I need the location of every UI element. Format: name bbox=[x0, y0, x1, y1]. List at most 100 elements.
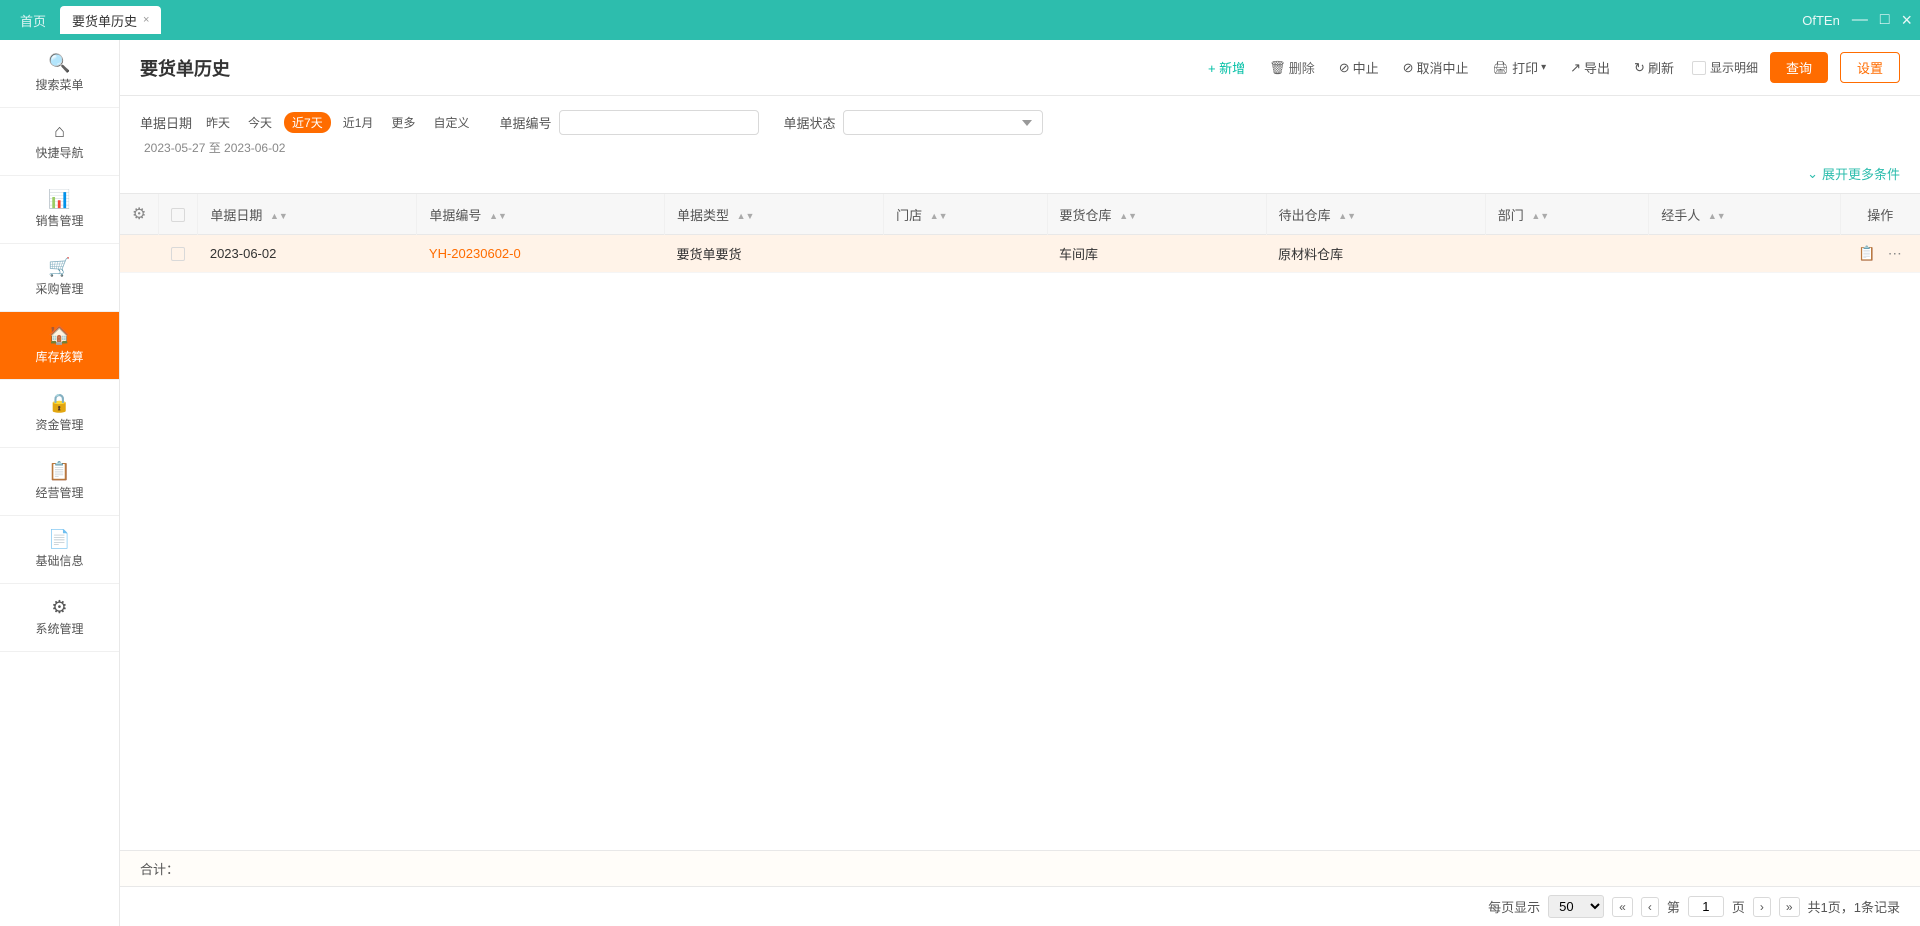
sales-mgmt-icon: 📊 bbox=[48, 190, 70, 208]
sidebar-item-quick-nav[interactable]: ⌂ 快捷导航 bbox=[0, 108, 119, 176]
doc-no-input[interactable] bbox=[559, 110, 759, 135]
page-suffix: 页 bbox=[1732, 897, 1745, 916]
prev-page-button[interactable]: ‹ bbox=[1641, 897, 1659, 917]
refresh-icon: ↻ bbox=[1634, 60, 1645, 76]
sidebar-item-sales-mgmt[interactable]: 📊 销售管理 bbox=[0, 176, 119, 244]
sidebar-item-ops-mgmt-label: 经营管理 bbox=[35, 484, 83, 501]
select-all-checkbox[interactable] bbox=[171, 208, 185, 222]
current-page-input[interactable] bbox=[1688, 896, 1724, 917]
refresh-button[interactable]: ↻ 刷新 bbox=[1628, 54, 1680, 81]
page-title: 要货单历史 bbox=[140, 55, 230, 81]
column-settings-icon[interactable]: ⚙ bbox=[132, 206, 146, 223]
expand-more-btn[interactable]: ⌄ 展开更多条件 bbox=[1807, 164, 1900, 183]
col-doc-no-label: 单据编号 bbox=[429, 208, 481, 223]
row-doc-no-link[interactable]: YH-20230602-0 bbox=[429, 246, 521, 261]
minimize-button[interactable]: — bbox=[1852, 11, 1868, 29]
sidebar-item-sys-mgmt[interactable]: ⚙ 系统管理 bbox=[0, 584, 119, 652]
sort-doc-no-icon[interactable]: ▲▼ bbox=[489, 211, 507, 221]
print-button[interactable]: 🖨 打印 ▾ bbox=[1487, 54, 1553, 81]
page-prefix: 第 bbox=[1667, 897, 1680, 916]
tab-home[interactable]: 首页 bbox=[8, 6, 58, 34]
row-more-button[interactable]: ⋯ bbox=[1886, 243, 1904, 264]
show-detail-check-icon[interactable] bbox=[1692, 61, 1706, 75]
sidebar-item-sales-mgmt-label: 销售管理 bbox=[35, 212, 83, 229]
row-edit-button[interactable]: 📋 bbox=[1856, 243, 1877, 264]
content-area: 要货单历史 + 新增 🗑 删除 ⊘ 中止 ⊘ 取消中止 🖨 打印 bbox=[120, 40, 1920, 926]
recent7-btn[interactable]: 近7天 bbox=[284, 112, 331, 133]
tab-home-label: 首页 bbox=[20, 11, 46, 30]
sidebar-item-purchase-mgmt[interactable]: 🛒 采购管理 bbox=[0, 244, 119, 312]
row-req-warehouse: 车间库 bbox=[1047, 235, 1266, 273]
stop-button[interactable]: ⊘ 中止 bbox=[1333, 54, 1385, 81]
purchase-mgmt-icon: 🛒 bbox=[48, 258, 70, 276]
first-page-button[interactable]: « bbox=[1612, 897, 1633, 917]
top-bar-right: OfTEn — □ × bbox=[1802, 10, 1912, 31]
sidebar-item-inventory-label: 库存核算 bbox=[35, 348, 83, 365]
row-settings bbox=[120, 235, 159, 273]
page-size-select[interactable]: 20 50 100 200 bbox=[1548, 895, 1604, 918]
delete-button[interactable]: 🗑 删除 bbox=[1263, 54, 1321, 81]
yesterday-btn[interactable]: 昨天 bbox=[200, 112, 236, 133]
status-select[interactable] bbox=[843, 110, 1043, 135]
filter-expand-row: ⌄ 展开更多条件 bbox=[140, 164, 1900, 183]
status-label: 单据状态 bbox=[783, 113, 835, 132]
delete-icon: 🗑 bbox=[1269, 60, 1286, 76]
sort-doc-date-icon[interactable]: ▲▼ bbox=[270, 211, 288, 221]
next-page-button[interactable]: › bbox=[1753, 897, 1771, 917]
col-doc-type-label: 单据类型 bbox=[677, 208, 729, 223]
pagination: 每页显示 20 50 100 200 « ‹ 第 页 › » 共1页，1条记录 bbox=[120, 886, 1920, 926]
sys-mgmt-icon: ⚙ bbox=[51, 598, 67, 616]
more-btn[interactable]: 更多 bbox=[385, 112, 421, 133]
recent1m-btn[interactable]: 近1月 bbox=[337, 112, 380, 133]
data-table: ⚙ 单据日期 ▲▼ 单据编号 ▲▼ bbox=[120, 194, 1920, 273]
sidebar-item-search-menu[interactable]: 🔍 搜索菜单 bbox=[0, 40, 119, 108]
last-page-button[interactable]: » bbox=[1779, 897, 1800, 917]
col-store-label: 门店 bbox=[896, 208, 922, 223]
often-label: OfTEn bbox=[1802, 13, 1840, 28]
doc-no-label: 单据编号 bbox=[499, 113, 551, 132]
sort-doc-type-icon[interactable]: ▲▼ bbox=[737, 211, 755, 221]
maximize-button[interactable]: □ bbox=[1880, 11, 1890, 29]
col-doc-no: 单据编号 ▲▼ bbox=[417, 194, 665, 235]
sort-dept-icon[interactable]: ▲▼ bbox=[1531, 211, 1549, 221]
row-checkbox-cell bbox=[159, 235, 198, 273]
sort-handler-icon[interactable]: ▲▼ bbox=[1708, 211, 1726, 221]
total-label: 合计： bbox=[140, 859, 179, 878]
basic-info-icon: 📄 bbox=[48, 530, 70, 548]
sidebar-item-basic-info[interactable]: 📄 基础信息 bbox=[0, 516, 119, 584]
sort-pending-warehouse-icon[interactable]: ▲▼ bbox=[1338, 211, 1356, 221]
tab-close-icon[interactable]: × bbox=[143, 14, 149, 26]
add-button[interactable]: + 新增 bbox=[1202, 54, 1251, 81]
sidebar-item-finance-mgmt[interactable]: 🔒 资金管理 bbox=[0, 380, 119, 448]
filter-row-1: 单据日期 昨天 今天 近7天 近1月 更多 自定义 单据编号 bbox=[140, 110, 1900, 135]
col-handler: 经手人 ▲▼ bbox=[1649, 194, 1840, 235]
cancel-stop-button[interactable]: ⊘ 取消中止 bbox=[1397, 54, 1475, 81]
sidebar-item-inventory[interactable]: 🏠 库存核算 bbox=[0, 312, 119, 380]
top-bar: 首页 要货单历史 × OfTEn — □ × bbox=[0, 0, 1920, 40]
export-button[interactable]: ↗ 导出 bbox=[1564, 54, 1616, 81]
col-action-label: 操作 bbox=[1867, 208, 1893, 223]
sort-store-icon[interactable]: ▲▼ bbox=[930, 211, 948, 221]
col-dept: 部门 ▲▼ bbox=[1485, 194, 1648, 235]
table-header-row: ⚙ 单据日期 ▲▼ 单据编号 ▲▼ bbox=[120, 194, 1920, 235]
custom-btn[interactable]: 自定义 bbox=[427, 112, 475, 133]
sidebar-item-quick-nav-label: 快捷导航 bbox=[35, 144, 83, 161]
sidebar-item-basic-info-label: 基础信息 bbox=[35, 552, 83, 569]
date-filter-item: 单据日期 昨天 今天 近7天 近1月 更多 自定义 bbox=[140, 112, 475, 133]
today-btn[interactable]: 今天 bbox=[242, 112, 278, 133]
query-button[interactable]: 查询 bbox=[1770, 52, 1828, 83]
row-checkbox[interactable] bbox=[171, 247, 185, 261]
sidebar-item-search-menu-label: 搜索菜单 bbox=[35, 76, 83, 93]
ops-mgmt-icon: 📋 bbox=[48, 462, 70, 480]
col-handler-label: 经手人 bbox=[1661, 208, 1700, 223]
sidebar-item-ops-mgmt[interactable]: 📋 经营管理 bbox=[0, 448, 119, 516]
tab-active[interactable]: 要货单历史 × bbox=[60, 6, 161, 34]
close-button[interactable]: × bbox=[1901, 10, 1912, 31]
row-handler bbox=[1649, 235, 1840, 273]
table-row: 2023-06-02 YH-20230602-0 要货单要货 车间库 原材料仓库… bbox=[120, 235, 1920, 273]
expand-label: 展开更多条件 bbox=[1822, 164, 1900, 183]
setting-button[interactable]: 设置 bbox=[1840, 52, 1900, 83]
show-detail-checkbox[interactable]: 显示明细 bbox=[1692, 59, 1758, 76]
date-filter-label: 单据日期 bbox=[140, 113, 192, 132]
sort-req-warehouse-icon[interactable]: ▲▼ bbox=[1119, 211, 1137, 221]
